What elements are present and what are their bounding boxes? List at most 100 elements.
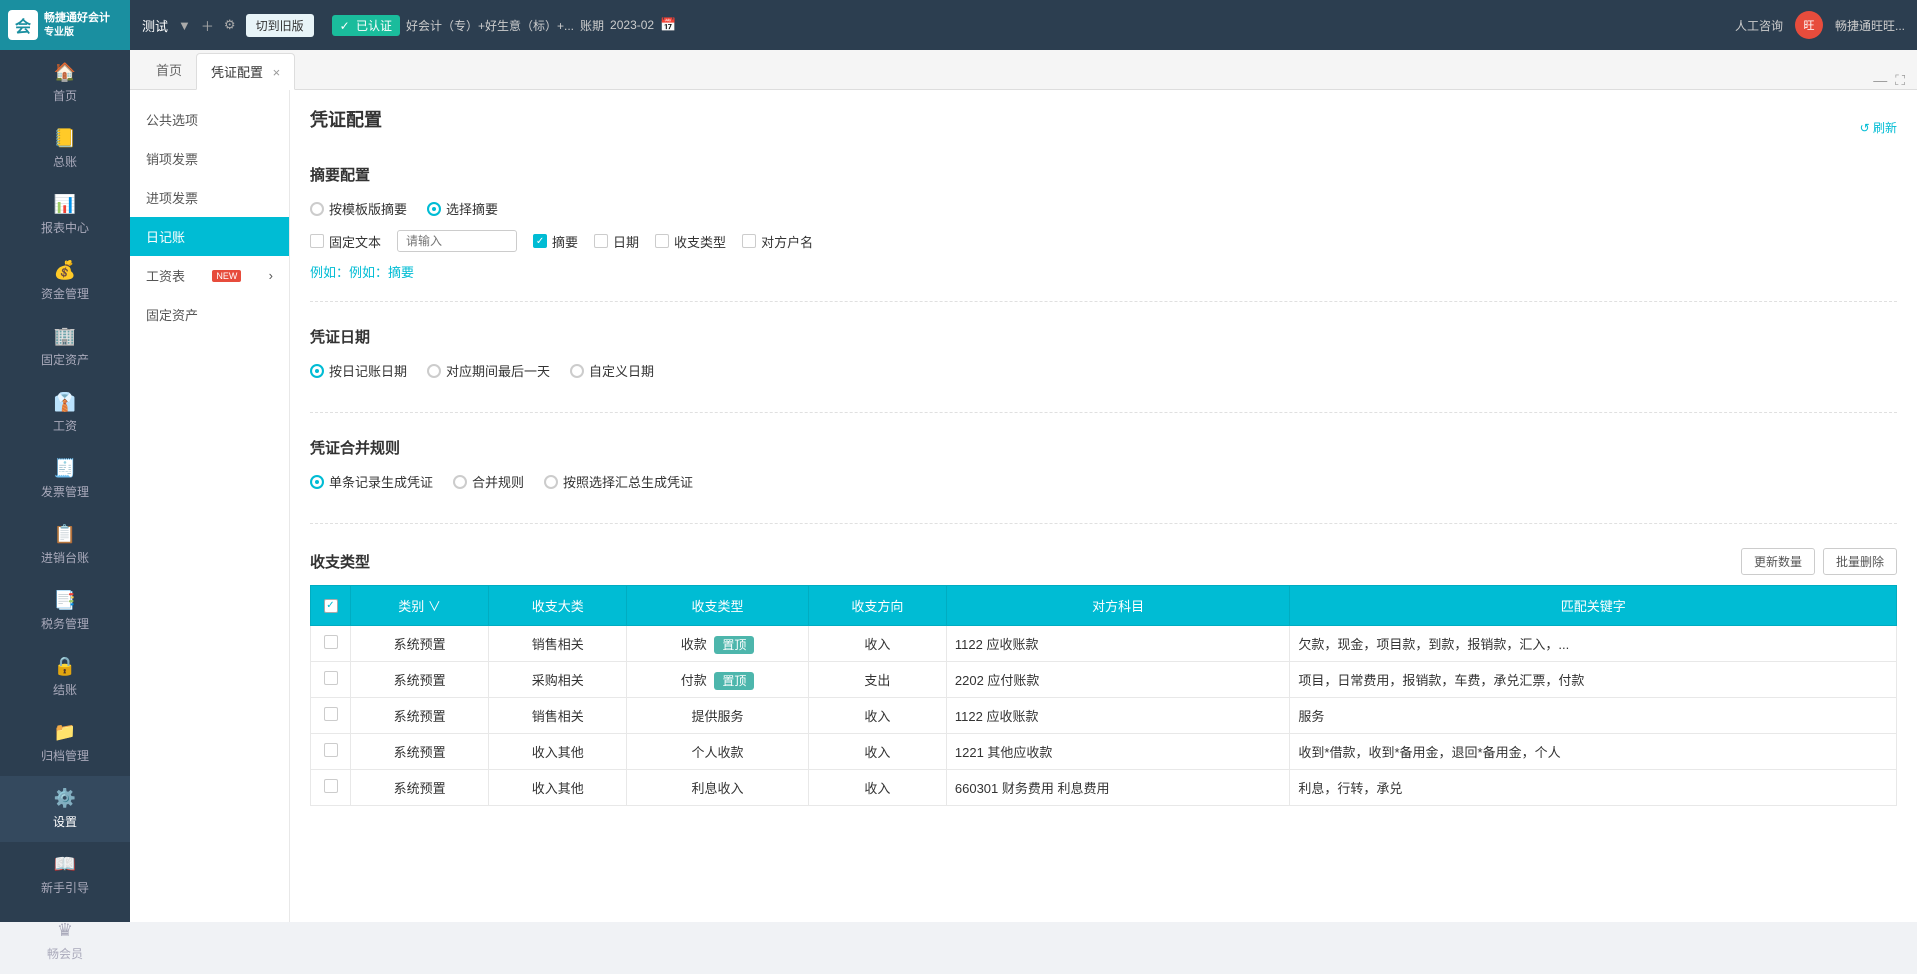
row1-checkbox[interactable] [311,626,351,662]
sidebar-item-ledger[interactable]: 📒 总账 [0,116,130,182]
topbar-title: 测试 [142,16,168,35]
tab-voucher-config[interactable]: 凭证配置 × [196,53,295,90]
content-wrapper: 凭证配置 ↺ 刷新 摘要配置 按模板版摘要 选择摘要 [290,90,1917,922]
sidebar-item-funds[interactable]: 💰 资金管理 [0,248,130,314]
logo-icon: 会 [8,10,38,40]
row3-subject: 1122 应收账款 [946,698,1290,734]
salary-icon: 👔 [54,392,76,413]
left-nav-payroll[interactable]: 工资表 NEW › [130,256,289,295]
income-type-checkbox[interactable]: 收支类型 [655,232,726,251]
left-nav-fixed-assets[interactable]: 固定资产 [130,295,289,334]
purchase-icon: 📋 [54,524,76,545]
row4-subject: 1221 其他应收款 [946,734,1290,770]
maximize-icon[interactable]: ⛶ [1895,72,1905,89]
arrow-right-icon: › [269,268,273,283]
left-nav-journal[interactable]: 日记账 [130,217,289,256]
sidebar-item-archive[interactable]: 📁 归档管理 [0,710,130,776]
merge-radio-group: 单条记录生成凭证 合并规则 按照选择汇总生成凭证 [310,472,1897,491]
select-all-checkbox[interactable]: ✓ [324,599,338,613]
support-link[interactable]: 人工咨询 [1735,17,1783,34]
row3-type: 提供服务 [627,698,808,734]
sidebar-item-invoice[interactable]: 🧾 发票管理 [0,446,130,512]
update-count-button[interactable]: 更新数量 [1741,548,1815,575]
row4-direction: 收入 [808,734,946,770]
tab-close-icon[interactable]: × [273,65,281,80]
sidebar-item-vip[interactable]: ♛ 畅会员 [0,908,130,974]
row5-checkbox[interactable] [311,770,351,806]
summary-checkbox[interactable]: ✓ 摘要 [533,232,578,251]
row2-direction: 支出 [808,662,946,698]
radio-aggregate[interactable]: 按照选择汇总生成凭证 [544,472,693,491]
period-value: 2023-02 [610,18,654,32]
sidebar: 会 畅捷通好会计 专业版 🏠 首页 📒 总账 📊 报表中心 💰 资金管理 🏢 固… [0,0,130,922]
checkbox-counterpart [742,234,756,248]
col-major: 收支大类 [489,586,627,626]
col-subject: 对方科目 [946,586,1290,626]
row2-type: 付款 置顶 [627,662,808,698]
row3-direction: 收入 [808,698,946,734]
sidebar-item-settings[interactable]: ⚙️ 设置 [0,776,130,842]
summary-section: 摘要配置 按模板版摘要 选择摘要 [310,164,1897,302]
left-nav-sales-invoice[interactable]: 销项发票 [130,139,289,178]
row3-checkbox[interactable] [311,698,351,734]
radio-select-summary[interactable]: 选择摘要 [427,199,498,218]
radio-template-summary[interactable]: 按模板版摘要 [310,199,407,218]
topbar-right: 人工咨询 旺 畅捷通旺旺... [1735,11,1905,39]
sidebar-item-close[interactable]: 🔒 结账 [0,644,130,710]
sidebar-item-reports[interactable]: 📊 报表中心 [0,182,130,248]
main-area: 测试 ▼ ＋ ⚙ 切到旧版 ✓ 已认证 好会计（专）+好生意（标）+... 账期… [130,0,1917,922]
ledger-icon: 📒 [54,128,76,149]
row2-checkbox[interactable] [311,662,351,698]
fixed-text-checkbox[interactable]: 固定文本 [310,232,381,251]
income-expense-section: 收支类型 更新数量 批量删除 ✓ 类别 ∨ [310,548,1897,826]
sidebar-item-guide[interactable]: 📖 新手引导 [0,842,130,908]
radio-single-record[interactable]: 单条记录生成凭证 [310,472,433,491]
row4-major: 收入其他 [489,734,627,770]
checkbox-fixed-text [310,234,324,248]
topbar-gear-icon[interactable]: ⚙ [224,17,236,33]
batch-delete-button[interactable]: 批量删除 [1823,548,1897,575]
row5-direction: 收入 [808,770,946,806]
date-radio-group: 按日记账日期 对应期间最后一天 自定义日期 [310,361,1897,380]
income-expense-table: ✓ 类别 ∨ 收支大类 收支类型 收支方向 对方科目 匹配关键字 [310,585,1897,806]
switch-old-version-button[interactable]: 切到旧版 [246,14,314,37]
sidebar-item-purchase[interactable]: 📋 进销台账 [0,512,130,578]
sidebar-item-tax[interactable]: 📑 税务管理 [0,578,130,644]
topbar-plus-icon[interactable]: ＋ [201,16,214,35]
subscription-info: 好会计（专）+好生意（标）+... [406,17,574,34]
table-row: 系统预置 收入其他 个人收款 收入 1221 其他应收款 收到*借款，收到*备用… [311,734,1897,770]
page-header: 凭证配置 ↺ 刷新 [310,106,1897,148]
row1-type: 收款 置顶 [627,626,808,662]
counterpart-checkbox[interactable]: 对方户名 [742,232,813,251]
row4-checkbox[interactable] [311,734,351,770]
radio-circle-select [427,202,441,216]
calendar-icon[interactable]: 📅 [660,17,676,33]
checkbox-date [594,234,608,248]
radio-journal-date[interactable]: 按日记账日期 [310,361,407,380]
radio-custom-date[interactable]: 自定义日期 [570,361,654,380]
table-row: 系统预置 销售相关 收款 置顶 收入 1122 应收账款 欠款，现金，项目款，到… [311,626,1897,662]
radio-circle-aggregate [544,475,558,489]
minimize-icon[interactable]: — [1873,72,1887,89]
left-nav-public[interactable]: 公共选项 [130,100,289,139]
row1-direction: 收入 [808,626,946,662]
row1-top-tag[interactable]: 置顶 [714,636,754,654]
reports-icon: 📊 [54,194,76,215]
user-avatar: 旺 [1795,11,1823,39]
topbar-tags: ✓ 已认证 好会计（专）+好生意（标）+... 账期 2023-02 📅 [332,15,677,36]
fixed-text-input[interactable] [397,230,517,252]
voucher-date-section: 凭证日期 按日记账日期 对应期间最后一天 自定义日期 [310,326,1897,413]
row5-keywords: 利息，行转，承兑 [1290,770,1897,806]
row2-top-tag[interactable]: 置顶 [714,672,754,690]
refresh-button[interactable]: ↺ 刷新 [1860,119,1897,136]
tab-home[interactable]: 首页 [142,52,196,89]
sidebar-item-home[interactable]: 🏠 首页 [0,50,130,116]
sidebar-item-salary[interactable]: 👔 工资 [0,380,130,446]
sidebar-item-assets[interactable]: 🏢 固定资产 [0,314,130,380]
row4-category: 系统预置 [351,734,489,770]
vip-icon: ♛ [57,920,73,941]
left-nav-purchase-invoice[interactable]: 进项发票 [130,178,289,217]
radio-merge-rules[interactable]: 合并规则 [453,472,524,491]
date-checkbox[interactable]: 日期 [594,232,639,251]
radio-period-last-day[interactable]: 对应期间最后一天 [427,361,550,380]
